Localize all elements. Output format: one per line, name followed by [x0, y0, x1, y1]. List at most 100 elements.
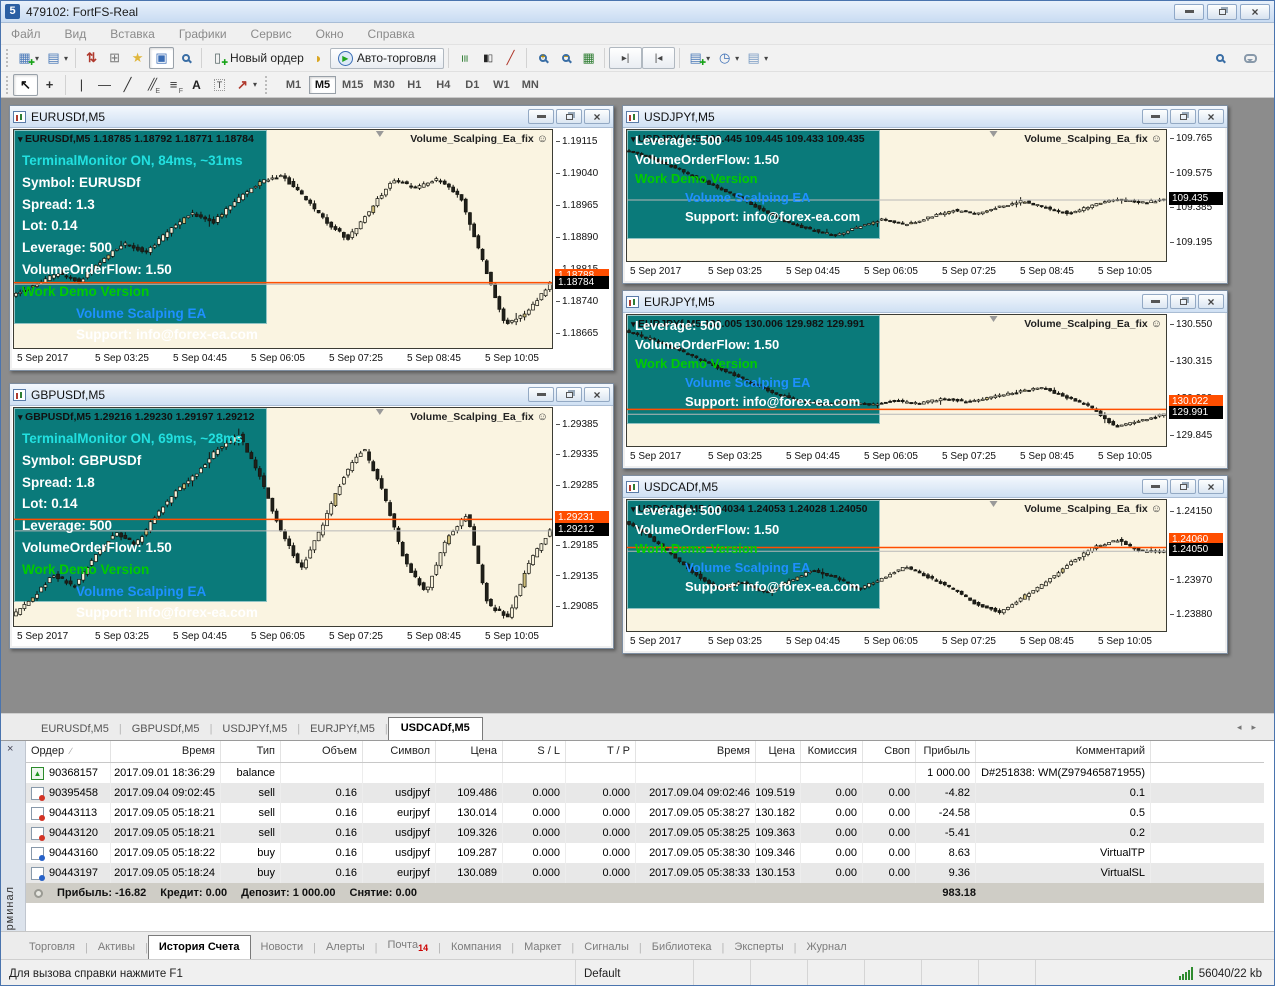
- column-header-tp[interactable]: T / P: [566, 741, 636, 762]
- candlestick-chart-button[interactable]: [476, 48, 499, 68]
- time-axis[interactable]: 5 Sep 2017 5 Sep 03:25 5 Sep 04:45 5 Sep 06…: [13, 628, 553, 646]
- chart-pane[interactable]: GBPUSDf,M5 1.29216 1.29230 1.29197 1.292…: [13, 407, 553, 627]
- chart-title-bar[interactable]: USDCADf,M5 ×: [623, 476, 1227, 498]
- chart-title-bar[interactable]: EURUSDf,M5 ×: [10, 106, 613, 128]
- chart-title-bar[interactable]: EURJPYf,M5 ×: [623, 291, 1227, 313]
- history-row-90443120[interactable]: 90443120 2017.09.05 05:18:21 sell 0.16 usdjp…: [26, 823, 1264, 843]
- timeframe-m1[interactable]: M1: [280, 77, 307, 93]
- timeframe-m15[interactable]: M15: [338, 77, 367, 93]
- terminal-button[interactable]: [149, 47, 175, 69]
- autotrading-button[interactable]: Авто-торговля: [329, 47, 445, 69]
- terminal-tab-3[interactable]: Новости: [251, 936, 314, 959]
- timeframe-mn[interactable]: MN: [517, 77, 544, 93]
- chart-window-usdjpyf[interactable]: USDJPYf,M5 × USDJPYf,M5 109.445 109.445 …: [622, 105, 1228, 284]
- chart-tab-usdcadf[interactable]: USDCADf,M5: [387, 717, 483, 740]
- column-header-order[interactable]: Ордер ∕: [26, 741, 111, 762]
- chart-close-button[interactable]: ×: [584, 109, 610, 124]
- menu-window[interactable]: Окно: [316, 27, 344, 41]
- profiles-button[interactable]: ▾: [42, 48, 71, 68]
- chart-close-button[interactable]: ×: [1198, 294, 1224, 309]
- price-axis[interactable]: 109.765 109.575 109.385 109.195 109.435: [1168, 129, 1225, 262]
- trendline-button[interactable]: [116, 75, 139, 95]
- column-header-price2[interactable]: Цена: [756, 741, 801, 762]
- periods-button[interactable]: ▾: [713, 48, 742, 68]
- menu-file[interactable]: Файл: [11, 27, 41, 41]
- chart-close-button[interactable]: ×: [1198, 109, 1224, 124]
- chart-tab-gbpusdf[interactable]: GBPUSDf,M5: [122, 719, 210, 740]
- tab-scroll-left-icon[interactable]: ◂: [1237, 722, 1242, 733]
- tile-windows-button[interactable]: [577, 48, 600, 68]
- title-bar[interactable]: 5 479102: FortFS-Real ×: [1, 1, 1274, 23]
- history-row-90443160[interactable]: 90443160 2017.09.05 05:18:22 buy 0.16 usdjpy…: [26, 843, 1264, 863]
- terminal-tab-10[interactable]: Эксперты: [724, 936, 793, 959]
- fibonacci-button[interactable]: F: [162, 75, 185, 95]
- line-chart-button[interactable]: [499, 48, 522, 68]
- terminal-tab-4[interactable]: Алерты: [316, 936, 375, 959]
- history-row-90395458[interactable]: 90395458 2017.09.04 09:02:45 sell 0.16 usdjp…: [26, 783, 1264, 803]
- chart-minimize-button[interactable]: [528, 109, 554, 124]
- chart-minimize-button[interactable]: [1142, 479, 1168, 494]
- indicators-button[interactable]: ▾: [684, 48, 713, 68]
- metaeditor-button[interactable]: [307, 48, 330, 68]
- market-watch-button[interactable]: [80, 48, 103, 68]
- chart-close-button[interactable]: ×: [1198, 479, 1224, 494]
- column-header-commission[interactable]: Комиссия: [801, 741, 863, 762]
- restore-button[interactable]: [1207, 3, 1237, 20]
- terminal-tab-1[interactable]: Активы: [88, 936, 145, 959]
- chart-minimize-button[interactable]: [528, 387, 554, 402]
- chart-tab-usdjpyf[interactable]: USDJPYf,M5: [212, 719, 297, 740]
- auto-scroll-button[interactable]: [609, 47, 643, 69]
- toolbar-drag-handle[interactable]: [6, 75, 8, 94]
- chat-button[interactable]: [1241, 52, 1260, 65]
- cursor-tool-button[interactable]: [13, 73, 38, 96]
- new-order-button[interactable]: Новый ордер: [206, 48, 307, 68]
- menu-charts[interactable]: Графики: [179, 27, 227, 41]
- menu-view[interactable]: Вид: [65, 27, 87, 41]
- price-axis[interactable]: 1.29385 1.29335 1.29285 1.29185 1.29135 1.290…: [554, 407, 611, 627]
- crosshair-tool-button[interactable]: [38, 75, 61, 95]
- time-axis[interactable]: 5 Sep 2017 5 Sep 03:25 5 Sep 04:45 5 Sep 06…: [626, 633, 1167, 651]
- chart-title-bar[interactable]: GBPUSDf,M5 ×: [10, 384, 613, 406]
- horizontal-line-button[interactable]: [93, 75, 116, 95]
- timeframe-m30[interactable]: M30: [369, 77, 398, 93]
- chart-restore-button[interactable]: [1170, 109, 1196, 124]
- terminal-tab-0[interactable]: Торговля: [19, 936, 85, 959]
- column-header-volume[interactable]: Объем: [281, 741, 363, 762]
- time-axis[interactable]: 5 Sep 2017 5 Sep 03:25 5 Sep 04:45 5 Sep 06…: [626, 263, 1167, 281]
- column-header-symbol[interactable]: Символ: [363, 741, 436, 762]
- terminal-close-icon[interactable]: ×: [7, 744, 13, 755]
- data-window-button[interactable]: [103, 48, 126, 68]
- price-axis[interactable]: 1.191151.190401.189651.188901.188151.187…: [554, 129, 611, 349]
- status-profile[interactable]: Default: [576, 960, 694, 985]
- history-row-90368157[interactable]: 903681572017.09.01 18:36:29balance 1 000.…: [26, 763, 1264, 783]
- search-button[interactable]: [1213, 52, 1227, 64]
- menu-insert[interactable]: Вставка: [110, 27, 155, 41]
- chart-restore-button[interactable]: [1170, 294, 1196, 309]
- zoom-in-button[interactable]: +: [531, 48, 554, 68]
- terminal-tab-6[interactable]: Компания: [441, 936, 511, 959]
- chart-shift-button[interactable]: [642, 47, 676, 69]
- toolbar-drag-handle[interactable]: [265, 75, 268, 94]
- chart-restore-button[interactable]: [556, 109, 582, 124]
- timeframe-h1[interactable]: H1: [401, 77, 428, 93]
- chart-restore-button[interactable]: [556, 387, 582, 402]
- menu-help[interactable]: Справка: [368, 27, 415, 41]
- chart-title-bar[interactable]: USDJPYf,M5 ×: [623, 106, 1227, 128]
- terminal-tab-5[interactable]: Почта14: [378, 934, 439, 959]
- price-axis[interactable]: 130.550130.315130.080129.845130.022129.9…: [1168, 314, 1225, 447]
- templates-button[interactable]: ▾: [742, 48, 771, 68]
- chart-restore-button[interactable]: [1170, 479, 1196, 494]
- chart-pane[interactable]: EURUSDf,M5 1.18785 1.18792 1.18771 1.187…: [13, 129, 553, 349]
- chart-window-eurusdf[interactable]: EURUSDf,M5 × EURUSDf,M5 1.18785 1.18792 …: [9, 105, 614, 371]
- text-tool-button[interactable]: [185, 75, 208, 95]
- column-header-time2[interactable]: Время: [636, 741, 756, 762]
- tab-scroll-right-icon[interactable]: ▸: [1251, 722, 1256, 733]
- chart-tab-eurjpyf[interactable]: EURJPYf,M5: [300, 719, 385, 740]
- terminal-tab-11[interactable]: Журнал: [797, 936, 857, 959]
- timeframe-d1[interactable]: D1: [459, 77, 486, 93]
- chart-window-gbpusdf[interactable]: GBPUSDf,M5 × GBPUSDf,M5 1.29216 1.29230 …: [9, 383, 614, 649]
- table-header-row[interactable]: Ордер ∕ Время Тип Объем Символ Цена S / LT / PВ…: [26, 741, 1264, 763]
- zoom-out-button[interactable]: −: [554, 48, 577, 68]
- column-header-profit[interactable]: Прибыль: [916, 741, 976, 762]
- history-row-90443197[interactable]: 90443197 2017.09.05 05:18:24 buy 0.16 eurjpy…: [26, 863, 1264, 883]
